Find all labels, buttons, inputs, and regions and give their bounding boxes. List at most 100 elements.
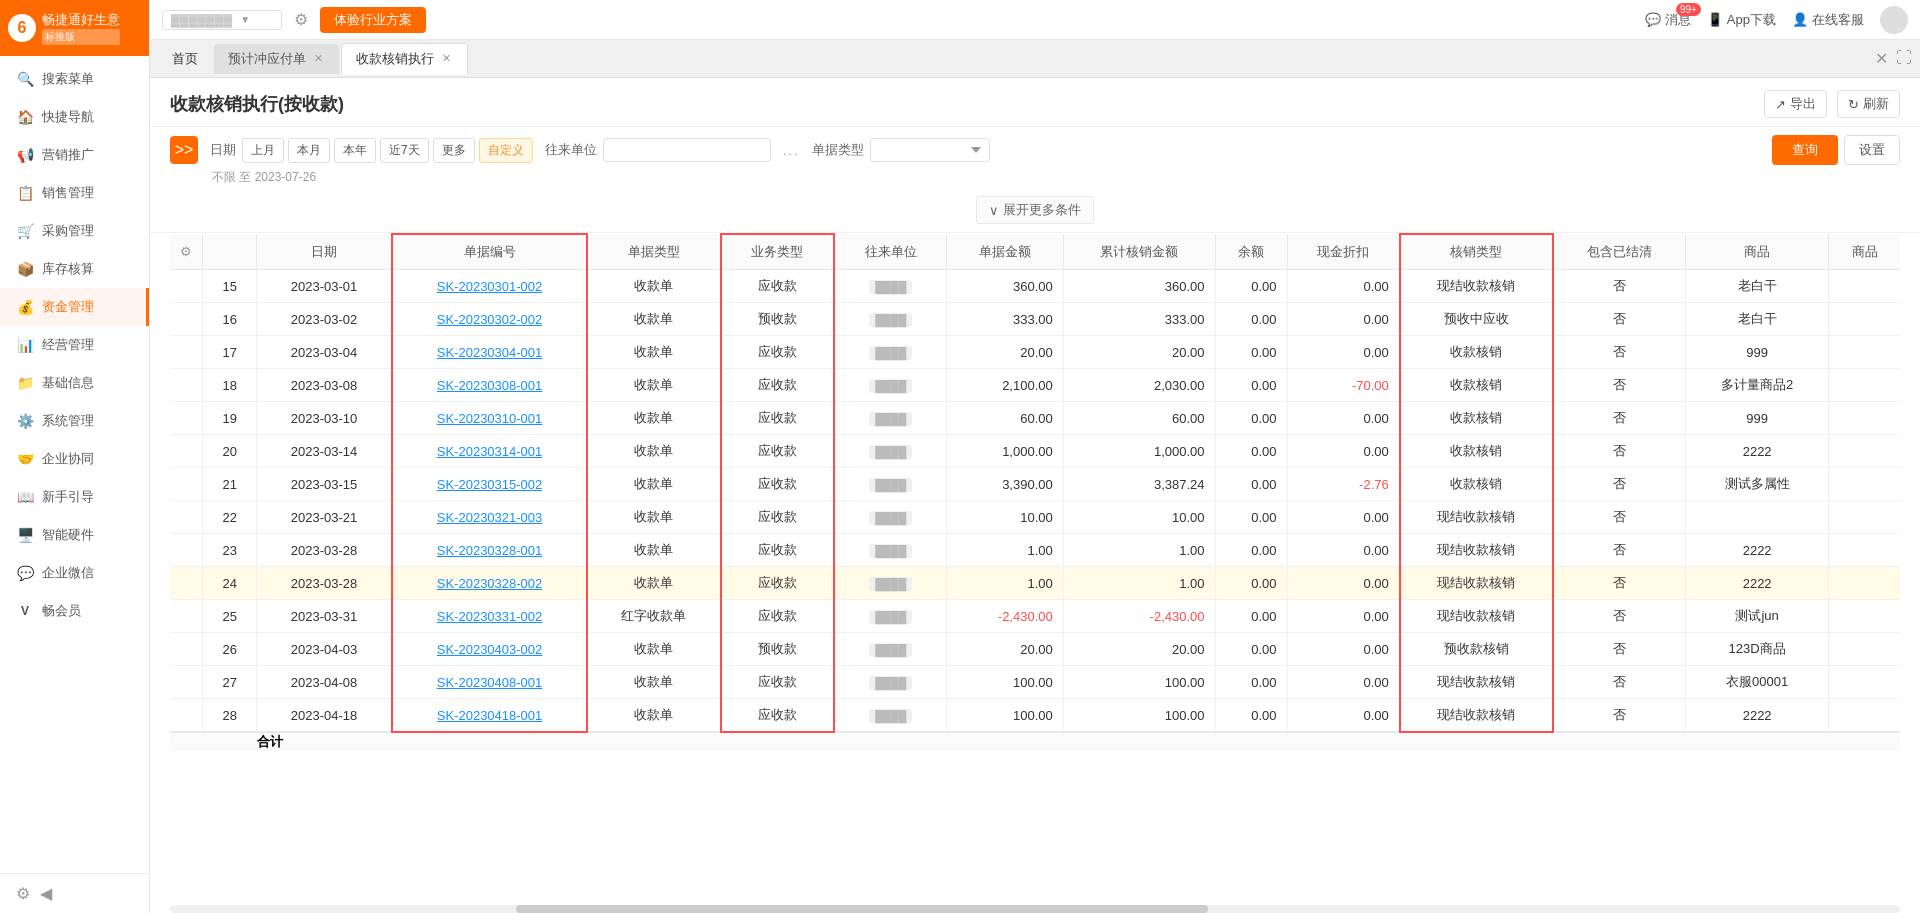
tab-close-all-icon[interactable]: ✕ xyxy=(1875,49,1888,68)
sidebar-item-purchase[interactable]: 🛒 采购管理 xyxy=(0,212,149,250)
voucher-type-select[interactable] xyxy=(870,138,990,162)
date-options: 上月 本月 本年 近7天 更多 自定义 xyxy=(242,138,533,163)
doc-no-link[interactable]: SK-20230314-001 xyxy=(437,444,543,459)
member-icon: V xyxy=(16,604,34,618)
service-icon: 👤 xyxy=(1792,12,1808,27)
query-button[interactable]: 查询 xyxy=(1772,135,1838,165)
cell-biz-type: 应收款 xyxy=(721,699,834,733)
sidebar-item-search[interactable]: 🔍 搜索菜单 xyxy=(0,60,149,98)
cell-settings xyxy=(170,303,203,336)
date-this-month[interactable]: 本月 xyxy=(288,138,330,163)
col-settings-icon[interactable]: ⚙ xyxy=(180,244,192,259)
cell-settings xyxy=(170,534,203,567)
tab-receipt-close[interactable]: ✕ xyxy=(440,51,453,66)
doc-no-link[interactable]: SK-20230310-001 xyxy=(437,411,543,426)
table-horizontal-scrollbar[interactable] xyxy=(170,905,1900,913)
tab-payable[interactable]: 预计冲应付单 ✕ xyxy=(214,44,339,74)
col-cum-amount: 累计核销金额 xyxy=(1063,234,1215,270)
content-area: 收款核销执行(按收款) ↗ 导出 ↻ 刷新 >> 日期 上月 xyxy=(150,78,1920,913)
app-download-button[interactable]: 📱 App下载 xyxy=(1707,11,1776,29)
col-doc-type: 单据类型 xyxy=(587,234,720,270)
cell-include-settled: 否 xyxy=(1553,501,1686,534)
col-partner: 往来单位 xyxy=(834,234,947,270)
tab-receipt[interactable]: 收款核销执行 ✕ xyxy=(341,43,468,75)
topbar: ▓▓▓▓▓▓▓ ▼ ⚙ 体验行业方案 💬 消息 99+ 📱 App下载 👤 在线… xyxy=(150,0,1920,40)
table-header-row: ⚙ 日期 单据编号 单据类型 业务类型 往来单位 单据金额 累计核销金额 余额 … xyxy=(170,234,1900,270)
doc-no-link[interactable]: SK-20230302-002 xyxy=(437,312,543,327)
date-last-month[interactable]: 上月 xyxy=(242,138,284,163)
col-cancel-type: 核销类型 xyxy=(1400,234,1553,270)
refresh-button[interactable]: ↻ 刷新 xyxy=(1837,90,1900,118)
settings-bottom-icon[interactable]: ⚙ xyxy=(16,884,30,903)
voucher-type-label: 单据类型 xyxy=(812,141,864,159)
tab-home[interactable]: 首页 xyxy=(158,44,212,74)
cell-seq: 27 xyxy=(203,666,257,699)
sidebar-item-member[interactable]: V 畅会员 xyxy=(0,592,149,630)
cell-goods-img xyxy=(1829,369,1900,402)
date-this-year[interactable]: 本年 xyxy=(334,138,376,163)
sidebar-item-marketing[interactable]: 📢 营销推广 xyxy=(0,136,149,174)
gear-icon[interactable]: ⚙ xyxy=(290,6,312,33)
sidebar-item-guide[interactable]: 📖 新手引导 xyxy=(0,478,149,516)
cell-cash-discount: -2.76 xyxy=(1287,468,1400,501)
sidebar-item-sales[interactable]: 📋 销售管理 xyxy=(0,174,149,212)
tab-payable-close[interactable]: ✕ xyxy=(312,51,325,66)
date-custom-button[interactable]: 自定义 xyxy=(479,138,533,163)
doc-no-link[interactable]: SK-20230331-002 xyxy=(437,609,543,624)
sidebar-item-hardware[interactable]: 🖥️ 智能硬件 xyxy=(0,516,149,554)
cell-balance: 0.00 xyxy=(1215,369,1287,402)
sidebar-item-inventory[interactable]: 📦 库存核算 xyxy=(0,250,149,288)
company-select[interactable]: ▓▓▓▓▓▓▓ ▼ xyxy=(162,10,282,30)
export-button[interactable]: ↗ 导出 xyxy=(1764,90,1827,118)
cell-doc-no: SK-20230314-001 xyxy=(392,435,588,468)
sidebar-item-collab[interactable]: 🤝 企业协同 xyxy=(0,440,149,478)
cell-include-settled: 否 xyxy=(1553,336,1686,369)
date-more[interactable]: 更多 xyxy=(433,138,475,163)
date-7days[interactable]: 近7天 xyxy=(380,138,429,163)
expand-more-button[interactable]: ∨ 展开更多条件 xyxy=(976,196,1094,224)
user-avatar[interactable] xyxy=(1880,6,1908,34)
cell-cash-discount: 0.00 xyxy=(1287,435,1400,468)
sidebar-item-basic[interactable]: 📁 基础信息 xyxy=(0,364,149,402)
cell-include-settled: 否 xyxy=(1553,270,1686,303)
cell-biz-type: 应收款 xyxy=(721,468,834,501)
cell-doc-type: 收款单 xyxy=(587,468,720,501)
message-button[interactable]: 💬 消息 99+ xyxy=(1645,11,1691,29)
filter-toggle-button[interactable]: >> xyxy=(170,136,198,164)
collapse-icon[interactable]: ◀ xyxy=(40,884,52,903)
cell-partner: ████ xyxy=(834,303,947,336)
doc-no-link[interactable]: SK-20230315-002 xyxy=(437,477,543,492)
cell-goods: 老白干 xyxy=(1686,270,1829,303)
settings-filter-button[interactable]: 设置 xyxy=(1844,135,1900,165)
cell-cash-discount: -70.00 xyxy=(1287,369,1400,402)
doc-no-link[interactable]: SK-20230304-001 xyxy=(437,345,543,360)
sidebar-item-nav[interactable]: 🏠 快捷导航 xyxy=(0,98,149,136)
doc-no-link[interactable]: SK-20230308-001 xyxy=(437,378,543,393)
sidebar-item-finance[interactable]: 💰 资金管理 xyxy=(0,288,149,326)
tab-expand-icon[interactable]: ⛶ xyxy=(1896,49,1912,68)
doc-no-link[interactable]: SK-20230408-001 xyxy=(437,675,543,690)
cell-partner: ████ xyxy=(834,501,947,534)
doc-no-link[interactable]: SK-20230321-003 xyxy=(437,510,543,525)
cell-biz-type: 应收款 xyxy=(721,336,834,369)
solution-button[interactable]: 体验行业方案 xyxy=(320,7,426,33)
doc-no-link[interactable]: SK-20230301-002 xyxy=(437,279,543,294)
cell-include-settled: 否 xyxy=(1553,303,1686,336)
sidebar-item-wechat[interactable]: 💬 企业微信 xyxy=(0,554,149,592)
sidebar-item-system[interactable]: ⚙️ 系统管理 xyxy=(0,402,149,440)
doc-no-link[interactable]: SK-20230328-001 xyxy=(437,543,543,558)
cell-seq: 19 xyxy=(203,402,257,435)
logo-badge: 标推版 xyxy=(42,29,120,45)
doc-no-link[interactable]: SK-20230403-002 xyxy=(437,642,543,657)
cell-amount: 100.00 xyxy=(947,666,1063,699)
doc-no-link[interactable]: SK-20230328-002 xyxy=(437,576,543,591)
cell-balance: 0.00 xyxy=(1215,435,1287,468)
table-row: 16 2023-03-02 SK-20230302-002 收款单 预收款 ██… xyxy=(170,303,1900,336)
cell-seq: 21 xyxy=(203,468,257,501)
sidebar-item-biz[interactable]: 📊 经营管理 xyxy=(0,326,149,364)
service-button[interactable]: 👤 在线客服 xyxy=(1792,11,1864,29)
partner-input[interactable] xyxy=(603,138,771,162)
doc-no-link[interactable]: SK-20230418-001 xyxy=(437,708,543,723)
cell-seq: 22 xyxy=(203,501,257,534)
scrollbar-thumb[interactable] xyxy=(516,905,1208,913)
